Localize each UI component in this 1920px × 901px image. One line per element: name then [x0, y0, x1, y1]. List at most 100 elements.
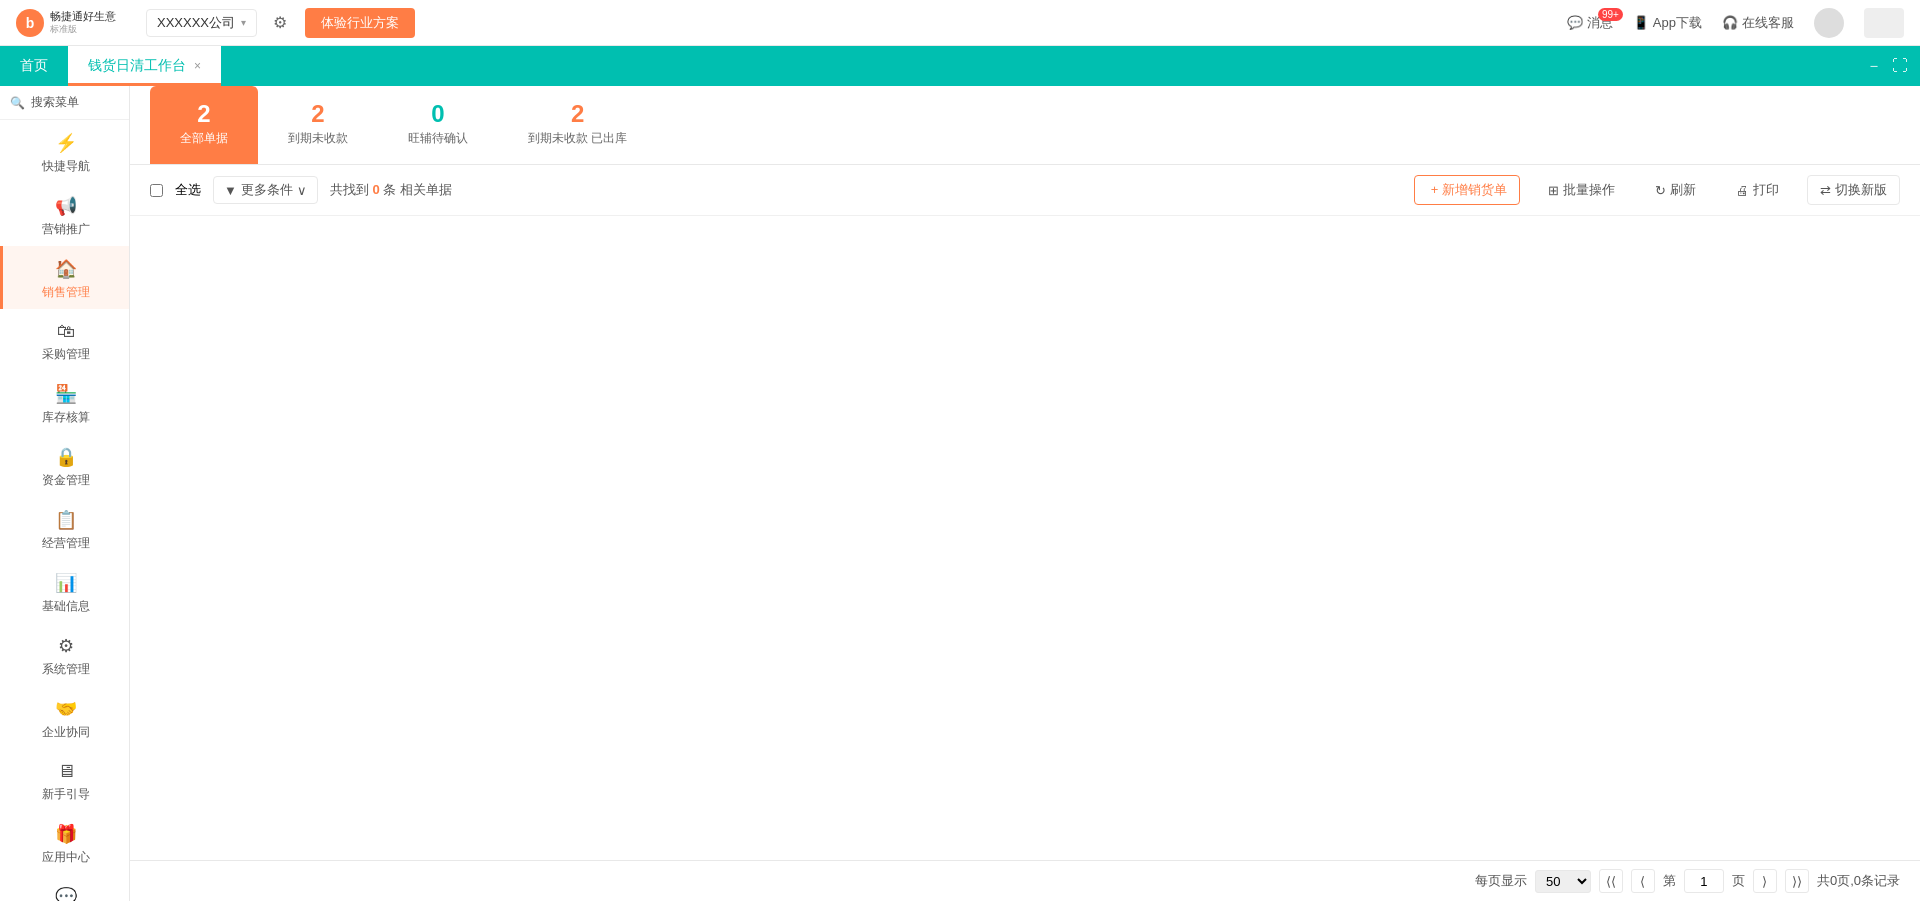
- tab-home[interactable]: 首页: [0, 46, 68, 86]
- chevron-icon: ∨: [297, 183, 307, 198]
- sidebar-item-system[interactable]: ⚙ 系统管理: [0, 623, 129, 686]
- operation-icon: 📋: [55, 509, 77, 531]
- app-version: 标准版: [50, 23, 116, 36]
- print-icon: 🖨: [1736, 183, 1749, 198]
- sidebar-item-inventory[interactable]: 🏪 库存核算: [0, 371, 129, 434]
- sidebar-label-inventory: 库存核算: [42, 409, 90, 426]
- sidebar-label-operation: 经营管理: [42, 535, 90, 552]
- print-button[interactable]: 🖨 打印: [1724, 176, 1791, 204]
- page-label: 第: [1663, 872, 1676, 890]
- inventory-icon: 🏪: [55, 383, 77, 405]
- service-icon: 🎧: [1722, 15, 1738, 30]
- sidebar-label-finance: 资金管理: [42, 472, 90, 489]
- sidebar-item-quick-nav[interactable]: ⚡ 快捷导航: [0, 120, 129, 183]
- user-name-area[interactable]: [1864, 8, 1904, 38]
- minimize-icon[interactable]: －: [1866, 56, 1882, 77]
- stat-tab-pending[interactable]: 0 旺辅待确认: [378, 86, 498, 164]
- new-sales-order-button[interactable]: + 新增销货单: [1414, 175, 1520, 205]
- stat-label-overdue: 到期未收款: [288, 130, 348, 147]
- sidebar-item-sales[interactable]: 🏠 销售管理: [0, 246, 129, 309]
- sidebar: 🔍 搜索菜单 ⚡ 快捷导航 📢 营销推广 🏠 销售管理 🛍 采购管理 🏪 库存核…: [0, 86, 130, 901]
- select-all-checkbox[interactable]: [150, 184, 163, 197]
- prev-page-button[interactable]: ⟨: [1631, 869, 1655, 893]
- nav-actions: － ⛶: [1866, 56, 1920, 77]
- sidebar-item-wechat[interactable]: 💬 企业微信: [0, 874, 129, 901]
- stat-tab-overdue[interactable]: 2 到期未收款: [258, 86, 378, 164]
- basic-icon: 📊: [55, 572, 77, 594]
- app-download-label: App下载: [1653, 14, 1702, 32]
- pagination: 每页显示 50 100 200 ⟨⟨ ⟨ 第 页 ⟩ ⟩⟩ 共0页,0条记录: [130, 860, 1920, 901]
- message-badge: 99+: [1598, 8, 1623, 21]
- tab-work-label: 钱货日清工作台: [88, 57, 186, 75]
- batch-operation-button[interactable]: ⊞ 批量操作: [1536, 176, 1627, 204]
- purchase-icon: 🛍: [57, 321, 75, 342]
- toolbar: 全选 ▼ 更多条件 ∨ 共找到 0 条 相关单据 + 新增销货单 ⊞ 批量操: [130, 165, 1920, 216]
- expand-icon[interactable]: ⛶: [1892, 57, 1908, 75]
- total-label: 共0页,0条记录: [1817, 872, 1900, 890]
- switch-version-button[interactable]: ⇄ 切换新版: [1807, 175, 1900, 205]
- sidebar-item-basic[interactable]: 📊 基础信息: [0, 560, 129, 623]
- sidebar-item-operation[interactable]: 📋 经营管理: [0, 497, 129, 560]
- filter-icon: ▼: [224, 183, 237, 198]
- online-service-label: 在线客服: [1742, 14, 1794, 32]
- sidebar-label-guide: 新手引导: [42, 786, 90, 803]
- sidebar-item-finance[interactable]: 🔒 资金管理: [0, 434, 129, 497]
- system-icon: ⚙: [58, 635, 74, 657]
- sidebar-label-system: 系统管理: [42, 661, 90, 678]
- sidebar-label-marketing: 营销推广: [42, 221, 90, 238]
- per-page-select[interactable]: 50 100 200: [1535, 870, 1591, 893]
- more-filters-button[interactable]: ▼ 更多条件 ∨: [213, 176, 318, 204]
- select-all-label: 全选: [175, 181, 201, 199]
- print-label: 打印: [1753, 181, 1779, 199]
- content-area: 2 全部单据 2 到期未收款 0 旺辅待确认 2 到期未收款 已出库 全选 ▼ …: [130, 86, 1920, 901]
- switch-label: 切换新版: [1835, 181, 1887, 199]
- page-input[interactable]: [1684, 869, 1724, 893]
- refresh-button[interactable]: ↻ 刷新: [1643, 176, 1708, 204]
- gear-icon: ⚙: [273, 13, 287, 32]
- sidebar-label-quick-nav: 快捷导航: [42, 158, 90, 175]
- online-service-button[interactable]: 🎧 在线客服: [1722, 14, 1794, 32]
- first-page-button[interactable]: ⟨⟨: [1599, 869, 1623, 893]
- next-page-button[interactable]: ⟩: [1753, 869, 1777, 893]
- search-icon: 🔍: [10, 96, 25, 110]
- toolbar-right: + 新增销货单 ⊞ 批量操作 ↻ 刷新 🖨 打印 ⇄ 切换新版: [1414, 175, 1900, 205]
- message-button[interactable]: 💬 消息 99+: [1567, 14, 1613, 32]
- table-area: [130, 216, 1920, 860]
- found-count: 0: [373, 182, 380, 197]
- close-tab-icon[interactable]: ×: [194, 59, 201, 73]
- app-download-button[interactable]: 📱 App下载: [1633, 14, 1702, 32]
- page-label-2: 页: [1732, 872, 1745, 890]
- sidebar-item-guide[interactable]: 🖥 新手引导: [0, 749, 129, 811]
- logo-area: b 畅捷通好生意 标准版: [16, 9, 146, 37]
- sales-icon: 🏠: [55, 258, 77, 280]
- batch-icon: ⊞: [1548, 183, 1559, 198]
- new-btn-label: + 新增销货单: [1431, 181, 1507, 199]
- found-text: 共找到 0 条 相关单据: [330, 181, 452, 199]
- tab-work[interactable]: 钱货日清工作台 ×: [68, 46, 221, 86]
- stat-label-all: 全部单据: [180, 130, 228, 147]
- stats-tabs: 2 全部单据 2 到期未收款 0 旺辅待确认 2 到期未收款 已出库: [130, 86, 1920, 165]
- sidebar-item-appstore[interactable]: 🎁 应用中心: [0, 811, 129, 874]
- sidebar-label-appstore: 应用中心: [42, 849, 90, 866]
- company-selector[interactable]: XXXXXX公司 ▾: [146, 9, 257, 37]
- settings-button[interactable]: ⚙: [265, 8, 295, 38]
- search-menu-button[interactable]: 🔍 搜索菜单: [0, 86, 129, 120]
- chevron-down-icon: ▾: [241, 17, 246, 28]
- finance-icon: 🔒: [55, 446, 77, 468]
- stat-tab-all[interactable]: 2 全部单据: [150, 86, 258, 164]
- app-name: 畅捷通好生意: [50, 9, 116, 23]
- more-filters-label: 更多条件: [241, 181, 293, 199]
- tab-home-label: 首页: [20, 57, 48, 75]
- last-page-button[interactable]: ⟩⟩: [1785, 869, 1809, 893]
- sidebar-item-marketing[interactable]: 📢 营销推广: [0, 183, 129, 246]
- stat-num-overdue-stock: 2: [571, 100, 584, 128]
- app-logo-icon: b: [16, 9, 44, 37]
- sidebar-item-purchase[interactable]: 🛍 采购管理: [0, 309, 129, 371]
- refresh-icon: ↻: [1655, 183, 1666, 198]
- sidebar-item-cooperation[interactable]: 🤝 企业协同: [0, 686, 129, 749]
- user-avatar[interactable]: [1814, 8, 1844, 38]
- stat-tab-overdue-stock[interactable]: 2 到期未收款 已出库: [498, 86, 657, 164]
- sidebar-label-sales: 销售管理: [42, 284, 90, 301]
- stat-label-pending: 旺辅待确认: [408, 130, 468, 147]
- trial-button[interactable]: 体验行业方案: [305, 8, 415, 38]
